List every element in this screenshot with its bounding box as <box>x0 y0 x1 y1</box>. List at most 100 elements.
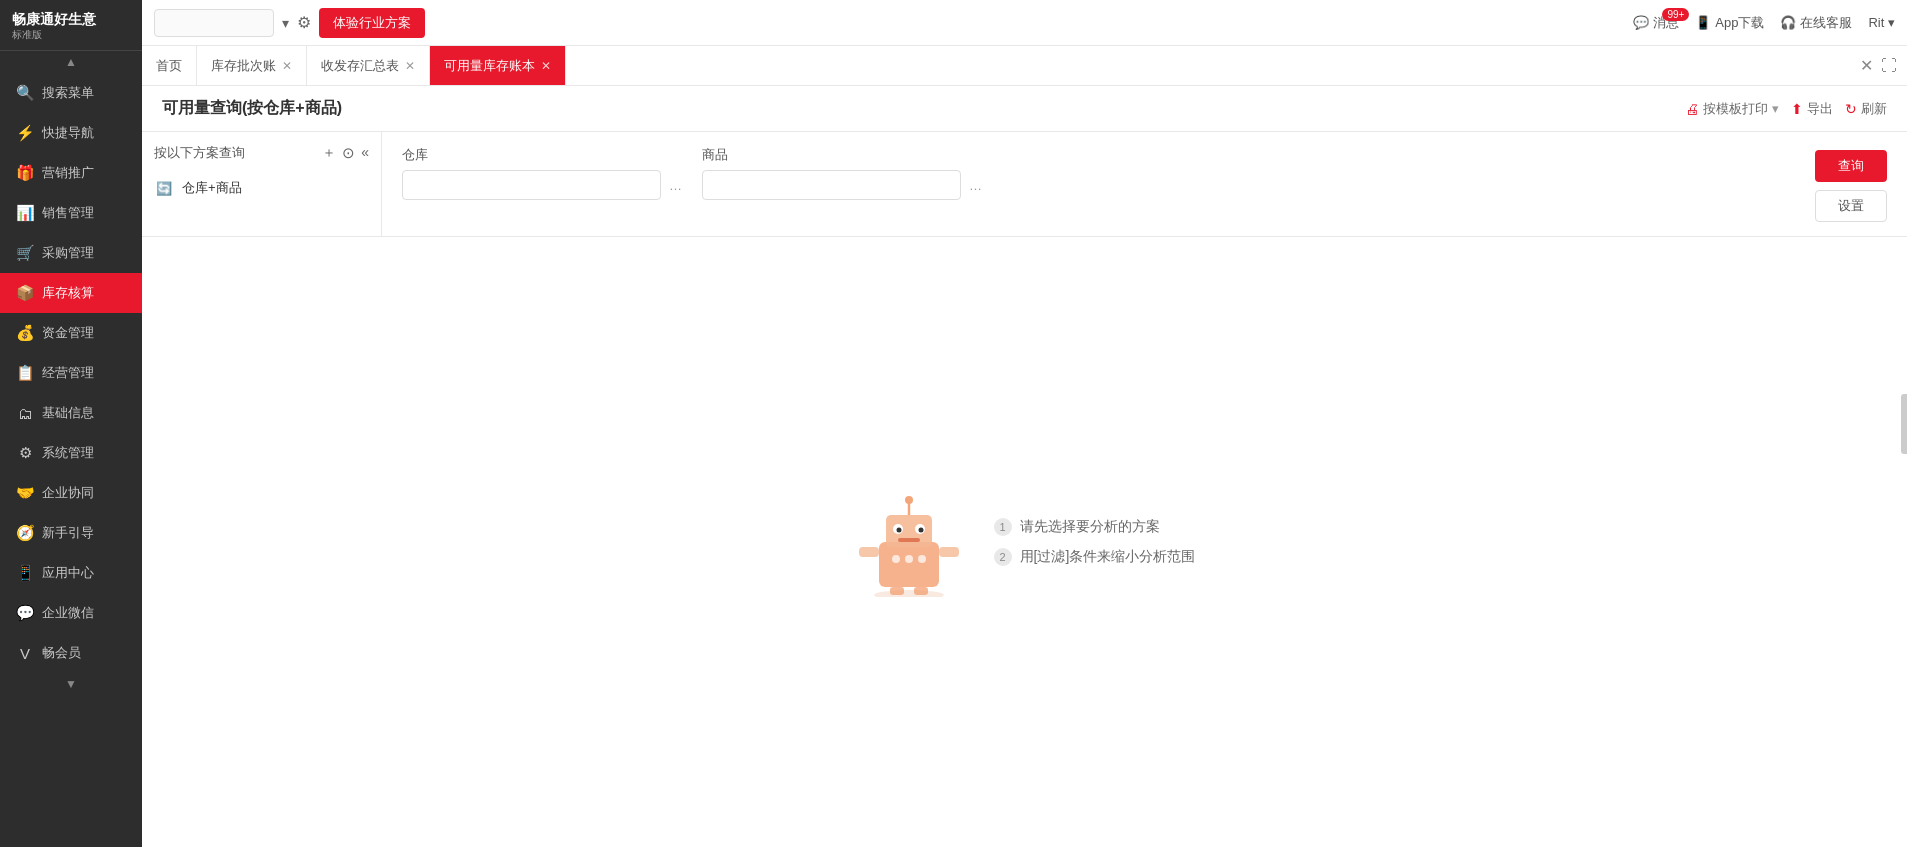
sidebar-item-corp[interactable]: 🤝 企业协同 <box>0 473 142 513</box>
sidebar-item-quicknav[interactable]: ⚡ 快捷导航 <box>0 113 142 153</box>
maximize-window-icon[interactable]: ⛶ <box>1881 57 1897 75</box>
product-more-icon[interactable]: … <box>969 178 982 193</box>
page-header: 可用量查询(按仓库+商品) 🖨 按模板打印 ▾ ⬆ 导出 ↻ 刷新 <box>142 86 1907 132</box>
online-service-button[interactable]: 🎧 在线客服 <box>1780 14 1852 32</box>
topbar-chevron-icon[interactable]: ▾ <box>282 15 289 31</box>
product-filter-input-row: … <box>702 170 982 200</box>
sidebar-item-vip[interactable]: V 畅会员 <box>0 633 142 673</box>
sidebar-item-search[interactable]: 🔍 搜索菜单 <box>0 73 142 113</box>
basic-icon: 🗂 <box>16 404 34 422</box>
warehouse-more-icon[interactable]: … <box>669 178 682 193</box>
tab-close-batch[interactable]: ✕ <box>282 60 292 72</box>
svg-point-8 <box>905 496 913 504</box>
settings-button[interactable]: 设置 <box>1815 190 1887 222</box>
scheme-item-warehouse-product[interactable]: 🔄 仓库+商品 <box>142 170 381 206</box>
print-button[interactable]: 🖨 按模板打印 ▾ <box>1685 100 1779 118</box>
sidebar-item-operation[interactable]: 📋 经营管理 <box>0 353 142 393</box>
sidebar-item-newbie[interactable]: 🧭 新手引导 <box>0 513 142 553</box>
export-label: 导出 <box>1807 100 1833 118</box>
sidebar-item-appstore[interactable]: 📱 应用中心 <box>0 553 142 593</box>
message-icon: 💬 <box>1633 15 1649 30</box>
query-button[interactable]: 查询 <box>1815 150 1887 182</box>
page-title: 可用量查询(按仓库+商品) <box>162 98 342 119</box>
user-name: Rit <box>1868 15 1884 30</box>
product-filter-group: 商品 … <box>702 146 982 200</box>
system-icon: ⚙ <box>16 444 34 462</box>
sidebar-item-inventory[interactable]: 📦 库存核算 <box>0 273 142 313</box>
service-icon: 🎧 <box>1780 15 1796 30</box>
tab-close-available[interactable]: ✕ <box>541 60 551 72</box>
app-icon: 📱 <box>1695 15 1711 30</box>
empty-state: 1 请先选择要分析的方案 2 用[过滤]条件来缩小分析范围 <box>142 237 1907 847</box>
search-icon: 🔍 <box>16 84 34 102</box>
close-window-icon[interactable]: ✕ <box>1860 56 1873 75</box>
svg-point-13 <box>918 555 926 563</box>
sidebar-item-label-search: 搜索菜单 <box>42 84 94 102</box>
tab-summary[interactable]: 收发存汇总表✕ <box>307 46 430 86</box>
query-btn-area: 查询 设置 <box>1815 146 1887 222</box>
tab-available[interactable]: 可用量库存账本✕ <box>430 46 566 86</box>
sidebar-item-label-purchase: 采购管理 <box>42 244 94 262</box>
topbar-search-input[interactable] <box>154 9 274 37</box>
topbar-gear-icon[interactable]: ⚙ <box>297 13 311 32</box>
message-badge: 99+ <box>1662 8 1689 21</box>
scheme-panel-title: 按以下方案查询 <box>154 144 245 162</box>
refresh-button[interactable]: ↻ 刷新 <box>1845 100 1887 118</box>
settings-scheme-icon[interactable]: ⊙ <box>342 144 355 162</box>
vip-icon: V <box>16 644 34 662</box>
sidebar-item-label-inventory: 库存核算 <box>42 284 94 302</box>
add-scheme-icon[interactable]: ＋ <box>322 144 336 162</box>
newbie-icon: 🧭 <box>16 524 34 542</box>
sidebar-item-wechat[interactable]: 💬 企业微信 <box>0 593 142 633</box>
sidebar-item-marketing[interactable]: 🎁 营销推广 <box>0 153 142 193</box>
sidebar-item-finance[interactable]: 💰 资金管理 <box>0 313 142 353</box>
warehouse-filter-input[interactable] <box>402 170 661 200</box>
tab-label-home: 首页 <box>156 57 182 75</box>
sidebar-scroll-up[interactable]: ▲ <box>0 51 142 73</box>
sidebar-scroll-down[interactable]: ▼ <box>0 673 142 695</box>
quicknav-icon: ⚡ <box>16 124 34 142</box>
tab-close-summary[interactable]: ✕ <box>405 60 415 72</box>
scheme-label-warehouse-product: 仓库+商品 <box>182 179 242 197</box>
right-scroll-hint <box>1901 394 1907 454</box>
empty-hint-2: 2 用[过滤]条件来缩小分析范围 <box>994 548 1196 566</box>
app-download-button[interactable]: 📱 App下载 <box>1695 14 1764 32</box>
collapse-panel-icon[interactable]: « <box>361 144 369 162</box>
query-area: 按以下方案查询 ＋ ⊙ « 🔄 仓库+商品 仓库 … <box>142 132 1907 237</box>
sidebar-item-purchase[interactable]: 🛒 采购管理 <box>0 233 142 273</box>
window-controls: ✕ ⛶ <box>1850 56 1907 75</box>
marketing-icon: 🎁 <box>16 164 34 182</box>
export-button[interactable]: ⬆ 导出 <box>1791 100 1833 118</box>
user-menu[interactable]: Rit ▾ <box>1868 15 1895 30</box>
scheme-actions: ＋ ⊙ « <box>322 144 369 162</box>
sidebar-item-basic[interactable]: 🗂 基础信息 <box>0 393 142 433</box>
sidebar-item-system[interactable]: ⚙ 系统管理 <box>0 433 142 473</box>
page-actions: 🖨 按模板打印 ▾ ⬆ 导出 ↻ 刷新 <box>1685 100 1887 118</box>
wechat-icon: 💬 <box>16 604 34 622</box>
topbar: ▾ ⚙ 体验行业方案 💬 消息 99+ 📱 App下载 🎧 在线客服 Rit ▾ <box>142 0 1907 46</box>
sidebar-item-label-operation: 经营管理 <box>42 364 94 382</box>
trial-button[interactable]: 体验行业方案 <box>319 8 425 38</box>
tab-batch[interactable]: 库存批次账✕ <box>197 46 307 86</box>
message-button[interactable]: 💬 消息 99+ <box>1633 14 1679 32</box>
warehouse-filter-label: 仓库 <box>402 146 682 164</box>
app-label: App下载 <box>1715 14 1764 32</box>
hint-number-1: 1 <box>994 518 1012 536</box>
svg-rect-0 <box>879 542 939 587</box>
sidebar-item-sales[interactable]: 📊 销售管理 <box>0 193 142 233</box>
svg-point-5 <box>918 528 923 533</box>
svg-point-12 <box>905 555 913 563</box>
sidebar-item-label-basic: 基础信息 <box>42 404 94 422</box>
svg-point-4 <box>896 528 901 533</box>
sidebar-nav: ▲ 🔍 搜索菜单 ⚡ 快捷导航 🎁 营销推广 📊 销售管理 🛒 采购管理 📦 库… <box>0 51 142 847</box>
user-chevron-icon: ▾ <box>1888 15 1895 30</box>
tabs-bar: 首页库存批次账✕收发存汇总表✕可用量库存账本✕ ✕ ⛶ <box>142 46 1907 86</box>
scheme-panel: 按以下方案查询 ＋ ⊙ « 🔄 仓库+商品 <box>142 132 382 236</box>
sidebar-item-label-vip: 畅会员 <box>42 644 81 662</box>
product-filter-input[interactable] <box>702 170 961 200</box>
sidebar-item-label-newbie: 新手引导 <box>42 524 94 542</box>
inventory-icon: 📦 <box>16 284 34 302</box>
sidebar: 畅康通好生意 标准版 ▲ 🔍 搜索菜单 ⚡ 快捷导航 🎁 营销推广 📊 销售管理… <box>0 0 142 847</box>
operation-icon: 📋 <box>16 364 34 382</box>
tab-home[interactable]: 首页 <box>142 46 197 86</box>
